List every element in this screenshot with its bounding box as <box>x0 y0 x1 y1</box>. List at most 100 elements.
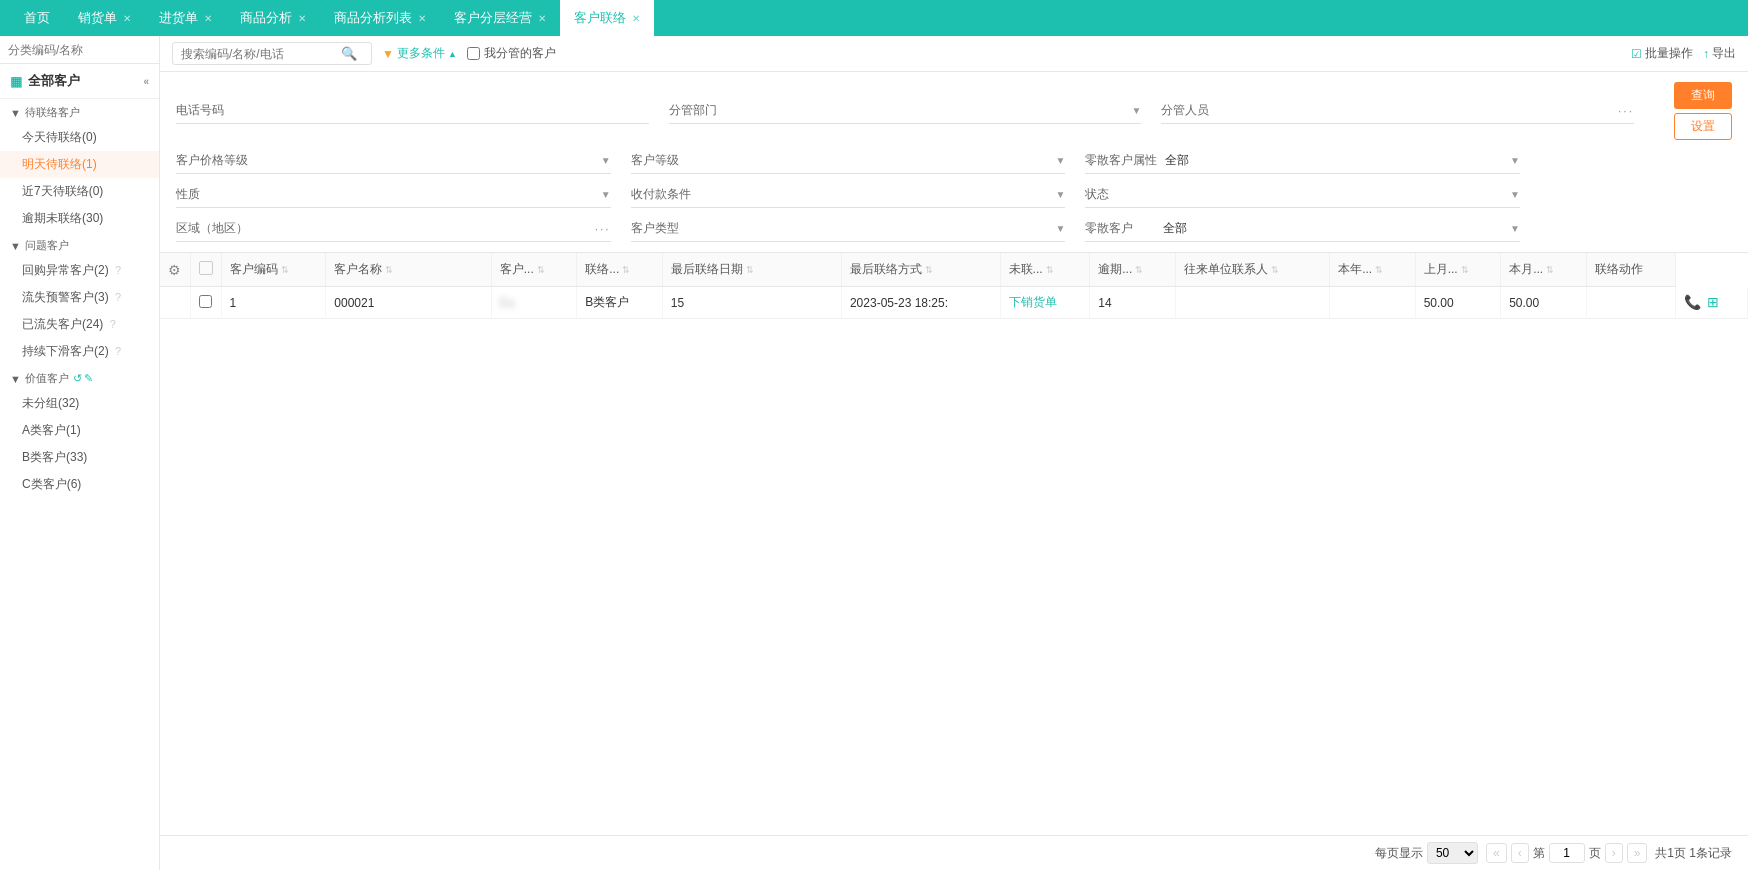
sidebar-item-week7[interactable]: 近7天待联络(0) <box>0 178 159 205</box>
filter-status-select[interactable]: ▼ <box>1163 189 1520 200</box>
row-checkbox-cell <box>190 287 221 319</box>
sidebar-item-declining[interactable]: 持续下滑客户(2) ? <box>0 338 159 365</box>
filter-row-4: 区域（地区） ··· 客户类型 ▼ 零散客户 全部 <box>176 216 1732 242</box>
filter-person-select[interactable]: ··· <box>1239 104 1634 118</box>
sidebar-item-typeC[interactable]: C类客户(6) <box>0 471 159 498</box>
row-checkbox[interactable] <box>199 295 212 308</box>
sort-last-month-icon[interactable]: ⇅ <box>1461 265 1469 275</box>
sidebar-item-lostwarning[interactable]: 流失预警客户(3) ? <box>0 284 159 311</box>
export-btn[interactable]: ↑ 导出 <box>1703 45 1736 62</box>
th-not-contact: 未联... ⇅ <box>1000 253 1090 287</box>
sort-unit-contact-icon[interactable]: ⇅ <box>1271 265 1279 275</box>
sort-customer-type-icon[interactable]: ⇅ <box>537 265 545 275</box>
nav-sales[interactable]: 销货单 ✕ <box>64 0 145 36</box>
sidebar-item-today[interactable]: 今天待联络(0) <box>0 124 159 151</box>
th-name: 客户名称 ⇅ <box>326 253 491 287</box>
sort-last-contact-date-icon[interactable]: ⇅ <box>746 265 754 275</box>
sort-last-contact-method-icon[interactable]: ⇅ <box>925 265 933 275</box>
nav-customer-contact[interactable]: 客户联络 ✕ <box>560 0 654 36</box>
search-input[interactable] <box>181 47 341 61</box>
last-page-btn[interactable]: » <box>1627 843 1648 863</box>
first-page-btn[interactable]: « <box>1486 843 1507 863</box>
close-analysis-list-icon[interactable]: ✕ <box>418 13 426 24</box>
sort-contact-icon[interactable]: ⇅ <box>622 265 630 275</box>
th-unit-contact: 往来单位联系人 ⇅ <box>1175 253 1329 287</box>
sidebar-item-typeA[interactable]: A类客户(1) <box>0 417 159 444</box>
filter-person-label: 分管人员 <box>1161 102 1231 119</box>
last-contact-method-link[interactable]: 下销货单 <box>1009 295 1057 309</box>
row-this-year-cell: 50.00 <box>1415 287 1501 319</box>
filter-customer-type-select[interactable]: ▼ <box>709 223 1066 234</box>
prev-page-btn[interactable]: ‹ <box>1511 843 1529 863</box>
row-settings-cell <box>160 287 190 319</box>
sort-this-month-icon[interactable]: ⇅ <box>1546 265 1554 275</box>
nav-analysis-list[interactable]: 商品分析列表 ✕ <box>320 0 440 36</box>
filter-grade-select[interactable]: ▼ <box>709 155 1066 166</box>
close-purchase-icon[interactable]: ✕ <box>204 13 212 24</box>
more-filter-btn[interactable]: ▼ 更多条件 ▲ <box>382 45 457 62</box>
nav-analysis[interactable]: 商品分析 ✕ <box>226 0 320 36</box>
row-action-cell: 📞 ⊞ <box>1676 287 1748 319</box>
table-header-row: ⚙ 客户编码 ⇅ 客户名称 <box>160 253 1748 287</box>
close-customer-tier-icon[interactable]: ✕ <box>538 13 546 24</box>
sidebar-all-customers[interactable]: ▦ 全部客户 « <box>0 64 159 99</box>
page-input[interactable] <box>1549 843 1585 863</box>
sidebar-collapse-icon[interactable]: « <box>143 76 149 87</box>
query-button[interactable]: 查询 <box>1674 82 1732 109</box>
nav-purchase[interactable]: 进货单 ✕ <box>145 0 226 36</box>
row-contact-cell: 15 <box>662 287 841 319</box>
sort-this-year-icon[interactable]: ⇅ <box>1375 265 1383 275</box>
reset-button[interactable]: 设置 <box>1674 113 1732 140</box>
sidebar-item-abnormal[interactable]: 回购异常客户(2) ? <box>0 257 159 284</box>
sidebar-search-input[interactable] <box>8 43 158 57</box>
sort-code-icon[interactable]: ⇅ <box>281 265 289 275</box>
close-sales-icon[interactable]: ✕ <box>123 13 131 24</box>
batch-op-btn[interactable]: ☑ 批量操作 <box>1631 45 1693 62</box>
filter-price-grade-select[interactable]: ▼ <box>256 155 611 166</box>
filter-funnel-icon: ▼ <box>382 47 394 61</box>
value-refresh-icon[interactable]: ↺ <box>73 372 82 385</box>
sort-name-icon[interactable]: ⇅ <box>385 265 393 275</box>
filter-payment-label: 收付款条件 <box>631 186 701 203</box>
nav-customer-tier[interactable]: 客户分层经营 ✕ <box>440 0 560 36</box>
value-edit-icon[interactable]: ✎ <box>84 372 93 385</box>
filter-retail-label: 零散客户 <box>1085 220 1155 237</box>
filter-retail-attr-select[interactable]: 全部 ▼ <box>1165 152 1520 169</box>
gear-icon[interactable]: ⚙ <box>168 262 181 278</box>
add-action-icon[interactable]: ⊞ <box>1707 294 1719 310</box>
filter-nature-select[interactable]: ▼ <box>254 189 611 200</box>
filter-retail-attr-arrow: ▼ <box>1510 155 1520 166</box>
filter-grade-arrow: ▼ <box>1055 155 1065 166</box>
filter-status-arrow: ▼ <box>1510 189 1520 200</box>
sidebar-item-overdue[interactable]: 逾期未联络(30) <box>0 205 159 232</box>
nav-home[interactable]: 首页 <box>10 0 64 36</box>
th-last-contact-method: 最后联络方式 ⇅ <box>841 253 1000 287</box>
close-analysis-icon[interactable]: ✕ <box>298 13 306 24</box>
next-page-btn[interactable]: › <box>1605 843 1623 863</box>
filter-payment-select[interactable]: ▼ <box>709 189 1066 200</box>
header-checkbox[interactable] <box>199 261 213 275</box>
more-filter-arrow-icon: ▲ <box>448 49 457 59</box>
filter-payment: 收付款条件 ▼ <box>631 182 1066 208</box>
row-last-month-cell: 50.00 <box>1501 287 1587 319</box>
sidebar-item-tomorrow[interactable]: 明天待联络(1) <box>0 151 159 178</box>
table-area: ⚙ 客户编码 ⇅ 客户名称 <box>160 253 1748 835</box>
filter-grade-label: 客户等级 <box>631 152 701 169</box>
toolbar-search-icon[interactable]: 🔍 <box>341 46 357 61</box>
call-action-icon[interactable]: 📞 <box>1684 294 1701 310</box>
section-problem-title: ▼ 问题客户 <box>0 232 159 257</box>
row-this-month-cell <box>1586 287 1676 319</box>
sidebar-item-lost[interactable]: 已流失客户(24) ? <box>0 311 159 338</box>
per-page-select[interactable]: 50 10 20 100 <box>1427 842 1478 864</box>
filter-retail-select[interactable]: 全部 ▼ <box>1163 220 1520 237</box>
sidebar-item-typeB[interactable]: B类客户(33) <box>0 444 159 471</box>
filter-region-select[interactable]: ··· <box>256 222 611 236</box>
sidebar-item-uncat[interactable]: 未分组(32) <box>0 390 159 417</box>
close-customer-contact-icon[interactable]: ✕ <box>632 13 640 24</box>
sort-not-contact-icon[interactable]: ⇅ <box>1046 265 1054 275</box>
sort-overdue-icon[interactable]: ⇅ <box>1135 265 1143 275</box>
filter-dept-select[interactable]: ▼ <box>747 105 1142 116</box>
my-customers-checkbox[interactable] <box>467 47 480 60</box>
filter-dept-label: 分管部门 <box>669 102 739 119</box>
th-action: 联络动作 <box>1586 253 1676 287</box>
